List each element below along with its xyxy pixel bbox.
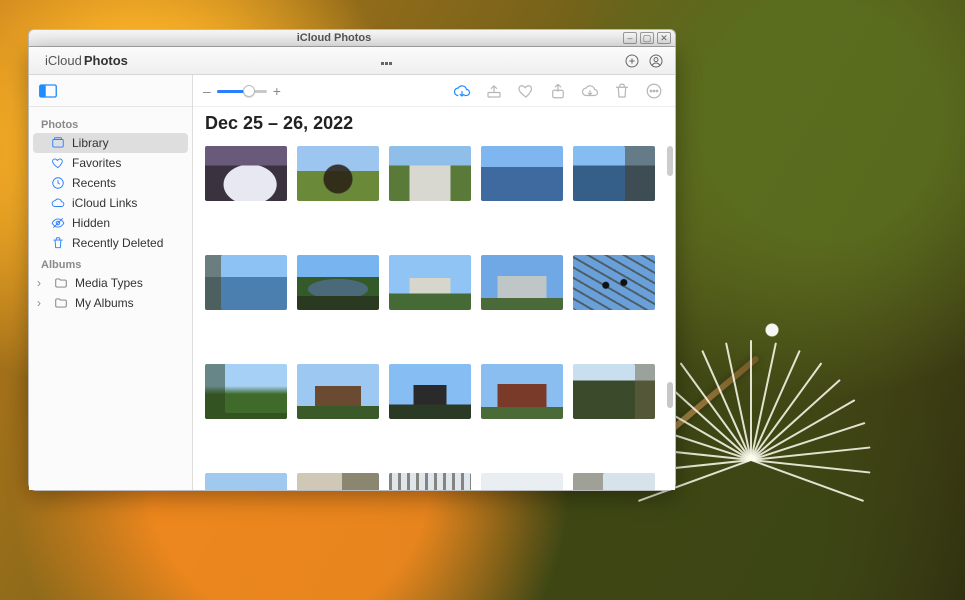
photo-grid-scroll[interactable] <box>193 142 675 490</box>
sidebar-item-library[interactable]: Library <box>33 133 188 153</box>
clock-icon <box>51 176 65 190</box>
scrollbar-thumb[interactable] <box>667 382 673 408</box>
chevron-right-icon: › <box>37 296 45 310</box>
photo-thumbnail[interactable] <box>481 146 563 201</box>
sidebar-item-hidden[interactable]: Hidden <box>33 213 188 233</box>
app-title: iCloudPhotos <box>45 53 128 68</box>
trash-icon <box>51 236 65 250</box>
photo-thumbnail[interactable] <box>481 473 563 490</box>
sidebar-header-albums: Albums <box>29 253 192 273</box>
photo-thumbnail[interactable] <box>389 255 471 310</box>
sidebar-toggle[interactable] <box>29 75 192 107</box>
trash-icon[interactable] <box>611 82 633 100</box>
app-name: Photos <box>84 53 128 68</box>
sidebar-item-label: Recently Deleted <box>72 236 163 250</box>
cloud-download-icon[interactable] <box>451 82 473 100</box>
content-pane: – + <box>193 75 675 490</box>
zoom-out-button[interactable]: – <box>203 83 211 99</box>
ellipsis-circle-icon[interactable] <box>643 82 665 100</box>
sidebar-item-label: iCloud Links <box>72 196 137 210</box>
sidebar-item-icloud-links[interactable]: iCloud Links <box>33 193 188 213</box>
minimize-button[interactable]: – <box>623 32 637 44</box>
folder-icon <box>54 276 68 290</box>
sidebar-item-my-albums[interactable]: › My Albums <box>33 293 188 313</box>
sidebar-item-label: Library <box>72 136 109 150</box>
heart-icon[interactable] <box>515 82 537 100</box>
photo-thumbnail[interactable] <box>573 473 655 490</box>
app-brand: iCloud <box>45 53 82 68</box>
photo-thumbnail[interactable] <box>297 473 379 490</box>
sidebar-item-label: Media Types <box>75 276 143 290</box>
photo-thumbnail[interactable] <box>389 473 471 490</box>
photo-thumbnail[interactable] <box>389 364 471 419</box>
photo-thumbnail[interactable] <box>573 146 655 201</box>
sidebar-item-media-types[interactable]: › Media Types <box>33 273 188 293</box>
sidebar-item-label: Favorites <box>72 156 121 170</box>
zoom-in-button[interactable]: + <box>273 83 281 99</box>
photo-grid <box>193 142 675 490</box>
date-heading: Dec 25 – 26, 2022 <box>193 107 675 142</box>
account-circle-icon[interactable] <box>647 52 665 70</box>
app-header: iCloudPhotos <box>29 47 675 75</box>
sidebar-item-recents[interactable]: Recents <box>33 173 188 193</box>
add-circle-icon[interactable] <box>623 52 641 70</box>
window-title: iCloud Photos <box>45 32 623 44</box>
zoom-slider-knob[interactable] <box>243 85 255 97</box>
sidebar-item-recently-deleted[interactable]: Recently Deleted <box>33 233 188 253</box>
sidebar-item-label: My Albums <box>75 296 134 310</box>
maximize-button[interactable]: ▢ <box>640 32 654 44</box>
photo-thumbnail[interactable] <box>297 146 379 201</box>
scrollbar-top[interactable] <box>667 146 673 176</box>
zoom-slider[interactable] <box>217 84 267 98</box>
photo-thumbnail[interactable] <box>573 364 655 419</box>
cloud-download-outline-icon[interactable] <box>579 82 601 100</box>
photo-thumbnail[interactable] <box>297 364 379 419</box>
app-window: iCloudPhotos Photos Library <box>28 47 676 491</box>
heart-icon <box>51 156 65 170</box>
photo-thumbnail[interactable] <box>481 255 563 310</box>
grid-icon[interactable] <box>593 49 617 73</box>
eye-off-icon <box>51 216 65 230</box>
content-toolbar: – + <box>193 75 675 107</box>
sidebar-header-photos: Photos <box>29 113 192 133</box>
photo-thumbnail[interactable] <box>205 146 287 201</box>
cloud-link-icon <box>51 196 65 210</box>
sidebar-item-label: Recents <box>72 176 116 190</box>
photo-thumbnail[interactable] <box>389 146 471 201</box>
photo-thumbnail[interactable] <box>573 255 655 310</box>
library-icon <box>51 136 65 150</box>
sidebar-item-label: Hidden <box>72 216 110 230</box>
window-titlebar[interactable]: iCloud Photos – ▢ ✕ <box>28 29 676 47</box>
chevron-right-icon: › <box>37 276 45 290</box>
photo-thumbnail[interactable] <box>205 255 287 310</box>
photo-thumbnail[interactable] <box>205 364 287 419</box>
close-button[interactable]: ✕ <box>657 32 671 44</box>
upload-icon[interactable] <box>483 82 505 100</box>
sidebar: Photos Library Favorites Recents iCloud … <box>29 75 193 490</box>
sidebar-item-favorites[interactable]: Favorites <box>33 153 188 173</box>
photo-thumbnail[interactable] <box>205 473 287 490</box>
photo-thumbnail[interactable] <box>297 255 379 310</box>
folder-icon <box>54 296 68 310</box>
share-icon[interactable] <box>547 82 569 100</box>
photo-thumbnail[interactable] <box>481 364 563 419</box>
zoom-control: – + <box>203 83 281 99</box>
